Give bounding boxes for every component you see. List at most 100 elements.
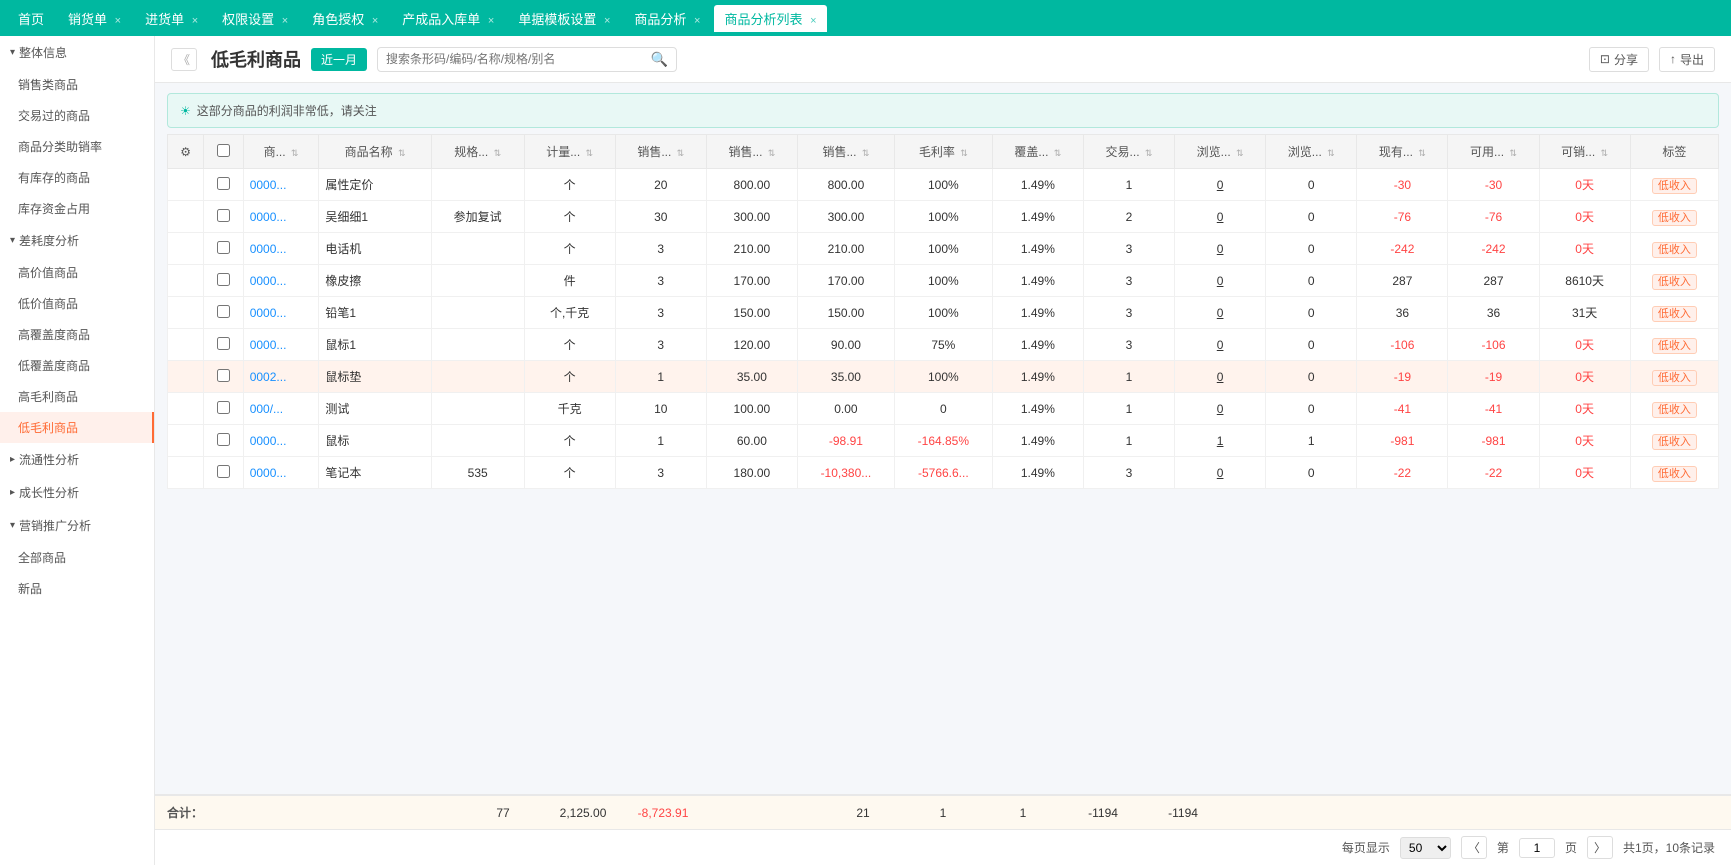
row-select-checkbox[interactable] — [217, 369, 230, 382]
sidebar-item-sales-products[interactable]: 销售类商品 — [0, 69, 154, 100]
row-views1[interactable]: 0 — [1175, 329, 1266, 361]
col-views1[interactable]: 浏览... ⇅ — [1175, 135, 1266, 169]
col-available[interactable]: 可用... ⇅ — [1448, 135, 1539, 169]
row-views1[interactable]: 0 — [1175, 393, 1266, 425]
search-input[interactable] — [386, 52, 651, 66]
period-button[interactable]: 近一月 — [311, 48, 367, 71]
row-checkbox[interactable] — [204, 361, 244, 393]
nav-purchase-order[interactable]: 进货单 × — [135, 5, 208, 32]
collapse-sidebar-button[interactable]: 《 — [171, 48, 197, 71]
col-code[interactable]: 商... ⇅ — [243, 135, 319, 169]
row-views1[interactable]: 0 — [1175, 457, 1266, 489]
sidebar-item-high-value[interactable]: 高价值商品 — [0, 257, 154, 288]
sidebar-item-low-value[interactable]: 低价值商品 — [0, 288, 154, 319]
col-gear[interactable]: ⚙ — [168, 135, 204, 169]
export-button[interactable]: ↑ 导出 — [1659, 47, 1715, 72]
warning-icon: ☀ — [180, 104, 191, 118]
row-select-checkbox[interactable] — [217, 337, 230, 350]
search-icon[interactable]: 🔍 — [651, 51, 668, 68]
row-views1[interactable]: 0 — [1175, 201, 1266, 233]
sidebar-group-circulation[interactable]: ▸ 流通性分析 — [0, 443, 154, 476]
row-checkbox[interactable] — [204, 329, 244, 361]
sidebar-group-overall[interactable]: ▾ 整体信息 — [0, 36, 154, 69]
page-number-input[interactable] — [1519, 838, 1555, 858]
per-page-select[interactable]: 50 20 100 — [1400, 837, 1451, 859]
close-icon[interactable]: × — [810, 15, 816, 27]
nav-sales-order[interactable]: 销货单 × — [58, 5, 131, 32]
col-tag[interactable]: 标签 — [1630, 135, 1718, 169]
sidebar-group-marketing[interactable]: ▾ 营销推广分析 — [0, 509, 154, 542]
row-select-checkbox[interactable] — [217, 273, 230, 286]
sidebar-item-in-stock[interactable]: 有库存的商品 — [0, 162, 154, 193]
col-sales-qty[interactable]: 销售... ⇅ — [615, 135, 706, 169]
col-sellable[interactable]: 可销... ⇅ — [1539, 135, 1630, 169]
sidebar-item-capital[interactable]: 库存资金占用 — [0, 193, 154, 224]
share-button[interactable]: ⊡ 分享 — [1589, 47, 1649, 72]
col-coverage[interactable]: 覆盖... ⇅ — [992, 135, 1083, 169]
row-name: 橡皮擦 — [319, 265, 431, 297]
row-checkbox[interactable] — [204, 201, 244, 233]
col-current-stock[interactable]: 现有... ⇅ — [1357, 135, 1448, 169]
nav-template-settings[interactable]: 单据模板设置 × — [508, 5, 620, 32]
row-checkbox[interactable] — [204, 425, 244, 457]
row-checkbox[interactable] — [204, 457, 244, 489]
close-icon[interactable]: × — [372, 15, 378, 27]
col-gross-margin[interactable]: 毛利率 ⇅ — [894, 135, 992, 169]
close-icon[interactable]: × — [115, 15, 121, 27]
row-select-checkbox[interactable] — [217, 241, 230, 254]
row-checkbox[interactable] — [204, 233, 244, 265]
col-views2[interactable]: 浏览... ⇅ — [1266, 135, 1357, 169]
row-checkbox[interactable] — [204, 393, 244, 425]
row-select-checkbox[interactable] — [217, 209, 230, 222]
nav-product-inbound[interactable]: 产成品入库单 × — [392, 5, 504, 32]
row-select-checkbox[interactable] — [217, 433, 230, 446]
row-tag: 低收入 — [1630, 393, 1718, 425]
row-checkbox[interactable] — [204, 265, 244, 297]
sidebar-item-low-margin[interactable]: 低毛利商品 — [0, 412, 154, 443]
col-sales-amount[interactable]: 销售... ⇅ — [706, 135, 797, 169]
sidebar-item-all-products[interactable]: 全部商品 — [0, 542, 154, 573]
sidebar-item-low-coverage[interactable]: 低覆盖度商品 — [0, 350, 154, 381]
close-icon[interactable]: × — [694, 15, 700, 27]
nav-home[interactable]: 首页 — [8, 5, 54, 32]
row-sales-qty: 10 — [615, 393, 706, 425]
row-views1[interactable]: 0 — [1175, 361, 1266, 393]
row-views1[interactable]: 0 — [1175, 233, 1266, 265]
close-icon[interactable]: × — [192, 15, 198, 27]
nav-product-analysis-list[interactable]: 商品分析列表 × — [714, 5, 826, 32]
row-views1[interactable]: 0 — [1175, 265, 1266, 297]
select-all-checkbox[interactable] — [217, 144, 230, 157]
row-select-checkbox[interactable] — [217, 305, 230, 318]
prev-page-button[interactable]: 〈 — [1461, 836, 1487, 859]
col-trade-count[interactable]: 交易... ⇅ — [1083, 135, 1174, 169]
col-name[interactable]: 商品名称 ⇅ — [319, 135, 431, 169]
col-spec[interactable]: 规格... ⇅ — [431, 135, 524, 169]
table-container[interactable]: ⚙ 商... ⇅ 商品名称 ⇅ 规格... ⇅ 计量... ⇅ 销售... ⇅ … — [167, 134, 1719, 794]
sidebar-item-new-products[interactable]: 新品 — [0, 573, 154, 604]
row-views1[interactable]: 0 — [1175, 297, 1266, 329]
next-page-button[interactable]: 〉 — [1587, 836, 1613, 859]
row-select-checkbox[interactable] — [217, 401, 230, 414]
sidebar-item-high-margin[interactable]: 高毛利商品 — [0, 381, 154, 412]
row-views1[interactable]: 0 — [1175, 169, 1266, 201]
row-select-checkbox[interactable] — [217, 465, 230, 478]
nav-role-auth[interactable]: 角色授权 × — [302, 5, 388, 32]
row-gear — [168, 265, 204, 297]
close-icon[interactable]: × — [488, 15, 494, 27]
nav-product-analysis[interactable]: 商品分析 × — [624, 5, 710, 32]
close-icon[interactable]: × — [604, 15, 610, 27]
sidebar-item-category-rate[interactable]: 商品分类助销率 — [0, 131, 154, 162]
sidebar-group-analysis[interactable]: ▾ 差耗度分析 — [0, 224, 154, 257]
sidebar-item-high-coverage[interactable]: 高覆盖度商品 — [0, 319, 154, 350]
sidebar-item-traded-products[interactable]: 交易过的商品 — [0, 100, 154, 131]
row-checkbox[interactable] — [204, 297, 244, 329]
close-icon[interactable]: × — [282, 15, 288, 27]
col-checkbox[interactable] — [204, 135, 244, 169]
nav-permissions[interactable]: 权限设置 × — [212, 5, 298, 32]
col-unit[interactable]: 计量... ⇅ — [524, 135, 615, 169]
row-views1[interactable]: 1 — [1175, 425, 1266, 457]
row-checkbox[interactable] — [204, 169, 244, 201]
sidebar-group-growth[interactable]: ▸ 成长性分析 — [0, 476, 154, 509]
row-select-checkbox[interactable] — [217, 177, 230, 190]
col-sales-profit[interactable]: 销售... ⇅ — [797, 135, 894, 169]
